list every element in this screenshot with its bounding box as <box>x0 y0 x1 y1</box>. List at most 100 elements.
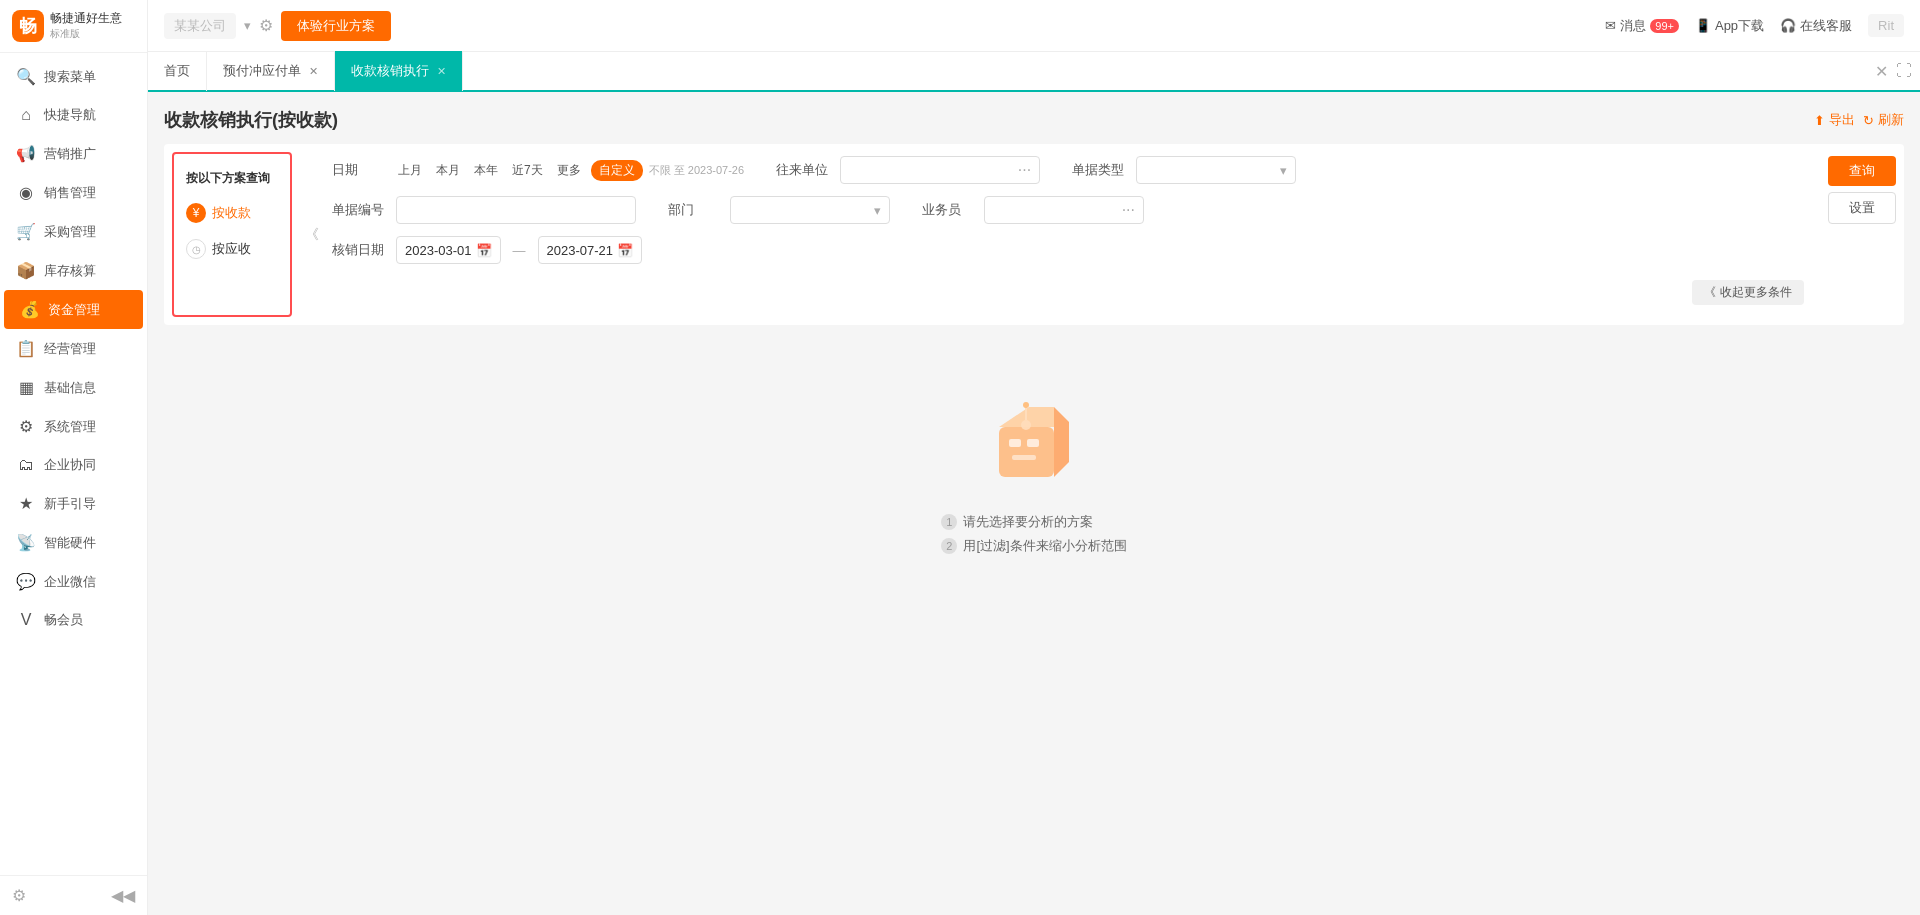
sidebar-item-5[interactable]: 📦库存核算 <box>0 251 147 290</box>
sidebar-icon-6: 💰 <box>20 300 40 319</box>
sidebar-icon-14: V <box>16 611 36 629</box>
doc-no-label: 单据编号 <box>332 201 384 219</box>
sidebar-label-8: 基础信息 <box>44 379 96 397</box>
settings-icon[interactable]: ⚙ <box>12 886 26 905</box>
dept-selector[interactable]: ▾ <box>730 196 890 224</box>
more-conditions-button[interactable]: 《 收起更多条件 <box>1692 280 1804 305</box>
sidebar-item-3[interactable]: ◉销售管理 <box>0 173 147 212</box>
tab-prepay[interactable]: 预付冲应付单 ✕ <box>207 51 335 91</box>
sidebar-label-6: 资金管理 <box>48 301 100 319</box>
online-service-button[interactable]: 🎧 在线客服 <box>1780 17 1852 35</box>
sidebar-label-13: 企业微信 <box>44 573 96 591</box>
filter-row-3: 核销日期 2023-03-01 📅 — 2023-07-21 📅 <box>332 236 1812 264</box>
salesman-dots-icon[interactable]: ··· <box>1122 201 1135 219</box>
shortcut-7days[interactable]: 近7天 <box>508 160 547 181</box>
collapse-sidebar-icon[interactable]: ◀◀ <box>111 886 135 905</box>
company-selector[interactable]: 某某公司 <box>164 13 236 39</box>
refresh-button[interactable]: ↻ 刷新 <box>1863 111 1904 129</box>
query-button[interactable]: 查询 <box>1828 156 1896 186</box>
date-hint: 不限 至 2023-07-26 <box>649 163 744 178</box>
app-icon: 📱 <box>1695 18 1711 33</box>
sidebar-label-10: 企业协同 <box>44 456 96 474</box>
expand-tab-icon[interactable]: ⛶ <box>1896 62 1912 80</box>
date-label: 日期 <box>332 161 382 179</box>
sidebar-item-12[interactable]: 📡 智能硬件 <box>0 523 147 562</box>
sidebar-item-9[interactable]: ⚙系统管理 <box>0 407 147 446</box>
tab-receive-verify[interactable]: 收款核销执行 ✕ <box>335 51 463 91</box>
sidebar-item-1[interactable]: ⌂快捷导航 <box>0 96 147 134</box>
date-range-separator: — <box>513 243 526 258</box>
receivable-icon: ◷ <box>186 239 206 259</box>
doc-type-selector[interactable]: ▾ <box>1136 156 1296 184</box>
sidebar-item-8[interactable]: ▦ 基础信息 <box>0 368 147 407</box>
sidebar-label-5: 库存核算 <box>44 262 96 280</box>
sidebar: 畅 畅捷通好生意 标准版 🔍搜索菜单⌂快捷导航📢营销推广◉销售管理🛒采购管理📦库… <box>0 0 148 915</box>
industry-solution-button[interactable]: 体验行业方案 <box>281 11 391 41</box>
sidebar-item-2[interactable]: 📢营销推广 <box>0 134 147 173</box>
sidebar-icon-9: ⚙ <box>16 417 36 436</box>
sidebar-menu: 🔍搜索菜单⌂快捷导航📢营销推广◉销售管理🛒采购管理📦库存核算 💰 资金管理 📋经营管理… <box>0 53 147 875</box>
sidebar-item-14[interactable]: V畅会员 <box>0 601 147 639</box>
page-content: 收款核销执行(按收款) ⬆ 导出 ↻ 刷新 按以下方案查询 ¥ 按收款 <box>148 92 1920 915</box>
filter-collapse-button[interactable]: 《 <box>304 144 320 325</box>
counterpart-selector[interactable]: ··· <box>840 156 1040 184</box>
app-edition: 标准版 <box>50 27 122 41</box>
refresh-icon: ↻ <box>1863 113 1874 128</box>
topbar-gear-icon[interactable]: ⚙ <box>259 16 273 35</box>
tab-bar: 首页 预付冲应付单 ✕ 收款核销执行 ✕ ✕ ⛶ <box>148 52 1920 92</box>
tab-home[interactable]: 首页 <box>148 51 207 91</box>
close-all-tabs-icon[interactable]: ✕ <box>1875 62 1888 81</box>
sidebar-icon-4: 🛒 <box>16 222 36 241</box>
sidebar-icon-1: ⌂ <box>16 106 36 124</box>
svg-rect-3 <box>1009 439 1021 447</box>
svg-rect-5 <box>1012 455 1036 460</box>
user-profile[interactable]: Rit <box>1868 14 1904 37</box>
sidebar-logo: 畅 畅捷通好生意 标准版 <box>0 0 147 53</box>
sidebar-label-3: 销售管理 <box>44 184 96 202</box>
tab-prepay-close[interactable]: ✕ <box>309 65 318 78</box>
sidebar-icon-8: ▦ <box>16 378 36 397</box>
empty-svg-illustration <box>974 397 1094 497</box>
filter-type-by-receive[interactable]: ¥ 按收款 <box>174 195 290 231</box>
company-dropdown-icon[interactable]: ▾ <box>244 18 251 33</box>
verify-date-end[interactable]: 2023-07-21 📅 <box>538 236 643 264</box>
empty-tip-2: 2 用[过滤]条件来缩小分析范围 <box>941 537 1126 555</box>
title-actions: ⬆ 导出 ↻ 刷新 <box>1814 111 1904 129</box>
counterpart-dots-icon[interactable]: ··· <box>1018 161 1031 179</box>
shortcut-last-month[interactable]: 上月 <box>394 160 426 181</box>
sidebar-item-0[interactable]: 🔍搜索菜单 <box>0 57 147 96</box>
export-button[interactable]: ⬆ 导出 <box>1814 111 1855 129</box>
filter-row-2: 单据编号 部门 ▾ 业务员 ··· <box>332 196 1812 224</box>
shortcut-this-year[interactable]: 本年 <box>470 160 502 181</box>
doc-no-input[interactable] <box>396 196 636 224</box>
settings-button[interactable]: 设置 <box>1828 192 1896 224</box>
sidebar-item-4[interactable]: 🛒采购管理 <box>0 212 147 251</box>
shortcut-this-month[interactable]: 本月 <box>432 160 464 181</box>
empty-illustration <box>974 397 1094 497</box>
sidebar-label-12: 智能硬件 <box>44 534 96 552</box>
tab-receive-verify-close[interactable]: ✕ <box>437 65 446 78</box>
salesman-selector[interactable]: ··· <box>984 196 1144 224</box>
verify-date-start[interactable]: 2023-03-01 📅 <box>396 236 501 264</box>
sidebar-label-11: 新手引导 <box>44 495 96 513</box>
sidebar-item-13[interactable]: 💬企业微信 <box>0 562 147 601</box>
page-title: 收款核销执行(按收款) <box>164 108 338 132</box>
shortcut-custom[interactable]: 自定义 <box>591 160 643 181</box>
app-download-button[interactable]: 📱 App下载 <box>1695 17 1764 35</box>
sidebar-item-7[interactable]: 📋经营管理 <box>0 329 147 368</box>
filter-type-by-receivable[interactable]: ◷ 按应收 <box>174 231 290 267</box>
sidebar-icon-12: 📡 <box>16 533 36 552</box>
svg-rect-4 <box>1027 439 1039 447</box>
sidebar-item-10[interactable]: 🗂企业协同 <box>0 446 147 484</box>
sidebar-item-11[interactable]: ★新手引导 <box>0 484 147 523</box>
empty-state: 1 请先选择要分析的方案 2 用[过滤]条件来缩小分析范围 <box>164 337 1904 621</box>
filter-type-selector: 按以下方案查询 ¥ 按收款 ◷ 按应收 <box>172 152 292 317</box>
counterpart-label: 往来单位 <box>776 161 828 179</box>
messages-button[interactable]: ✉ 消息 99+ <box>1605 17 1679 35</box>
date-shortcuts: 上月 本月 本年 近7天 更多 自定义 不限 至 2023-07-26 <box>394 160 744 181</box>
topbar: 某某公司 ▾ ⚙ 体验行业方案 ✉ 消息 99+ 📱 App下载 🎧 在线客服 … <box>148 0 1920 52</box>
calendar-end-icon: 📅 <box>617 243 633 258</box>
sidebar-item-6[interactable]: 💰 资金管理 <box>4 290 143 329</box>
shortcut-more[interactable]: 更多 <box>553 160 585 181</box>
empty-tip-1: 1 请先选择要分析的方案 <box>941 513 1126 531</box>
